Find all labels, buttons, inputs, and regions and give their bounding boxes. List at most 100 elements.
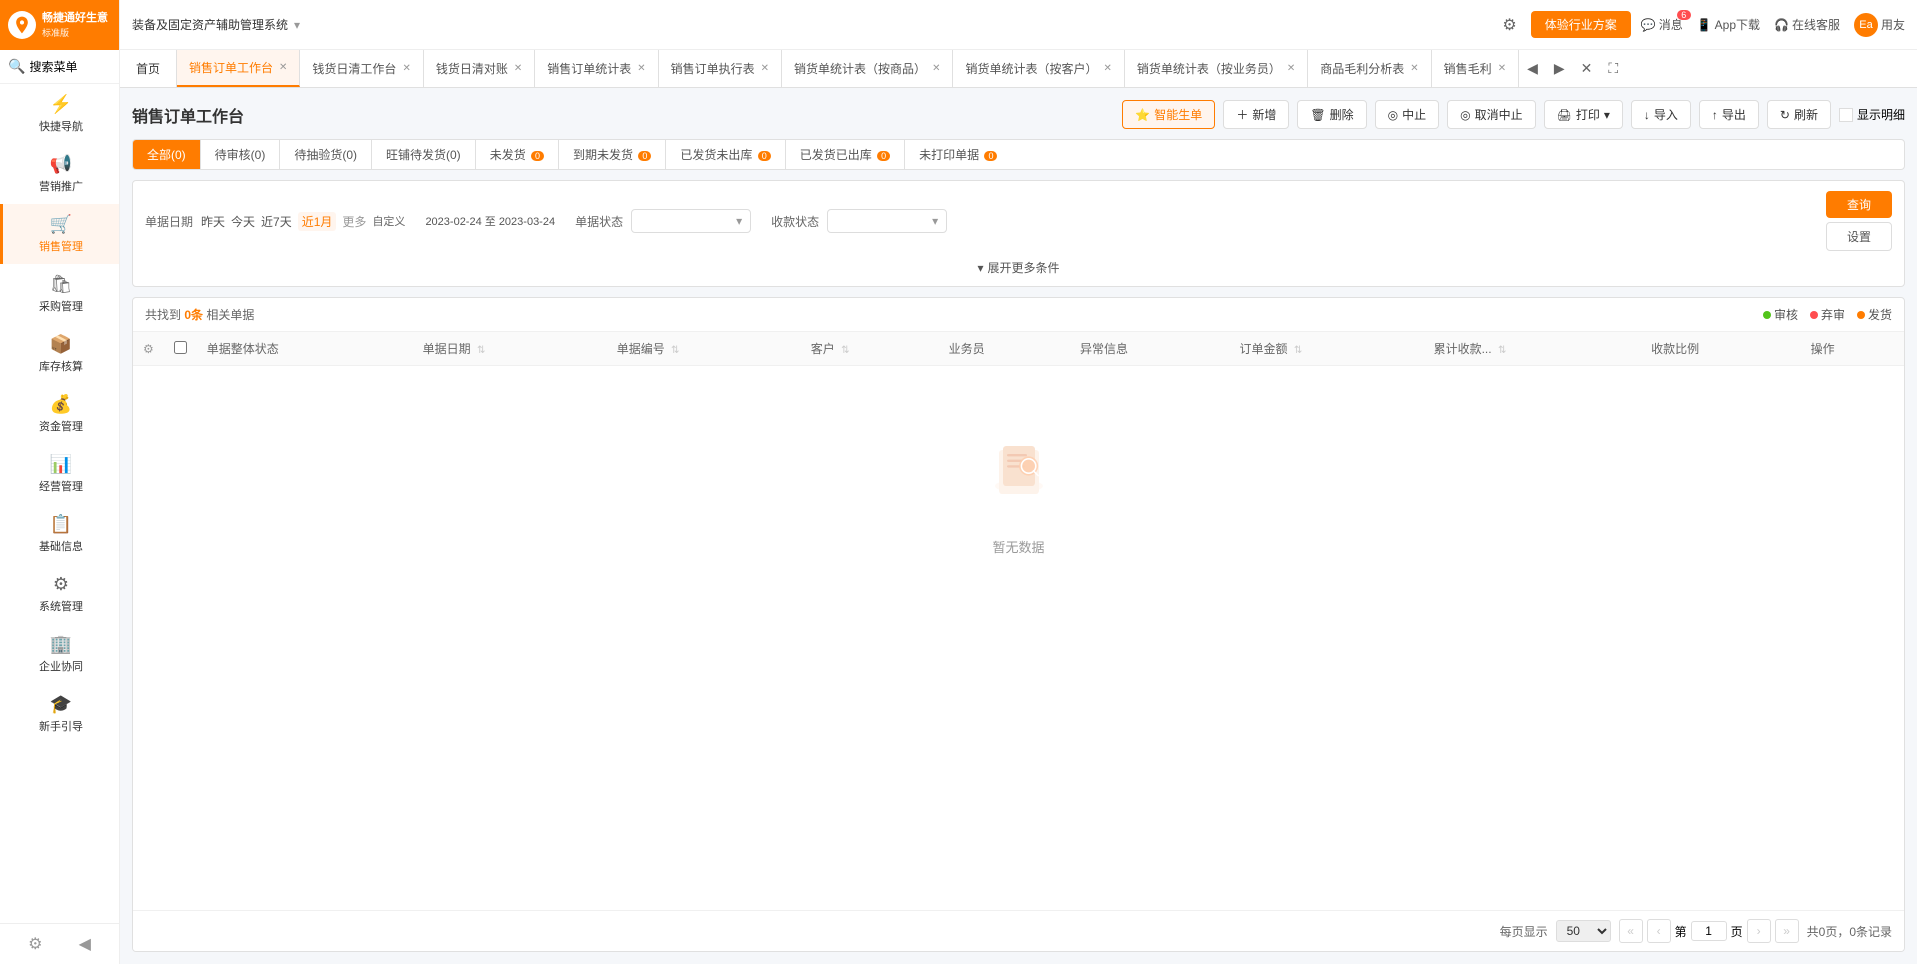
topbar-dropdown-icon[interactable]: ▾ (294, 18, 300, 32)
sub-tab-shipped-out[interactable]: 已发货已出库 0 (786, 140, 905, 169)
sub-tab-pending-check[interactable]: 待抽验货(0) (280, 140, 372, 169)
filter-date-1month[interactable]: 近1月 (298, 212, 337, 231)
tab-cash-daily-close[interactable]: ✕ (402, 63, 410, 74)
sidebar-item-guide[interactable]: 🎓 新手引导 (0, 684, 119, 744)
not-shipped-badge: 0 (531, 151, 544, 161)
add-btn[interactable]: ＋ 新增 (1223, 100, 1289, 129)
filter-settings-btn[interactable]: 设置 (1826, 222, 1892, 251)
tab-sale-stats-product[interactable]: 销货单统计表（按商品） ✕ (782, 50, 953, 87)
sidebar-collapse-btn[interactable]: ◀ (79, 934, 91, 954)
filter-expand-btn[interactable]: ▾ 展开更多条件 (977, 259, 1059, 276)
sidebar-settings-btn[interactable]: ⚙ (28, 934, 42, 954)
sub-tab-wangpu[interactable]: 旺铺待发货(0) (372, 140, 476, 169)
col-number[interactable]: 单据编号 ⇅ (607, 332, 801, 366)
tab-sale-stats-customer[interactable]: 销货单统计表（按客户） ✕ (953, 50, 1124, 87)
filter-date-range[interactable]: 2023-02-24 至 2023-03-24 (425, 213, 555, 229)
filter-date-custom[interactable]: 自定义 (372, 213, 405, 229)
show-detail-check[interactable] (1839, 108, 1853, 122)
print-dropdown-icon[interactable]: ▾ (1604, 108, 1610, 122)
sidebar-item-inventory[interactable]: 📦 库存核算 (0, 324, 119, 384)
sidebar-item-marketing[interactable]: 📢 营销推广 (0, 144, 119, 204)
sub-tab-pending-review[interactable]: 待审核(0) (201, 140, 281, 169)
sub-tab-all[interactable]: 全部(0) (133, 140, 201, 169)
tab-cash-daily[interactable]: 钱货日清工作台 ✕ (300, 50, 423, 87)
filter-date-today[interactable]: 今天 (231, 213, 255, 230)
sub-tab-not-printed[interactable]: 未打印单据 0 (905, 140, 1011, 169)
page-prev-btn[interactable]: ‹ (1647, 919, 1671, 943)
page-first-btn[interactable]: « (1619, 919, 1643, 943)
topbar-message-btn[interactable]: 💬 消息 6 (1641, 16, 1683, 33)
topbar-user-btn[interactable]: Ea 用友 (1854, 13, 1905, 37)
page-size-select[interactable]: 50 100 200 (1556, 920, 1611, 942)
tab-sales-exec[interactable]: 销售订单执行表 ✕ (659, 50, 782, 87)
col-date[interactable]: 单据日期 ⇅ (413, 332, 607, 366)
sub-tab-shipped-not-out[interactable]: 已发货未出库 0 (666, 140, 785, 169)
filter-date-yesterday[interactable]: 昨天 (201, 213, 225, 230)
ship-action-btn[interactable]: 发货 (1857, 306, 1892, 323)
sidebar-item-purchase[interactable]: 🛍 采购管理 (0, 264, 119, 324)
tab-sale-stats-staff[interactable]: 销货单统计表（按业务员） ✕ (1125, 50, 1308, 87)
col-amount[interactable]: 订单金额 ⇅ (1230, 332, 1424, 366)
tab-sale-stats-product-close[interactable]: ✕ (932, 63, 940, 74)
col-settings[interactable]: ⚙ (133, 332, 164, 366)
col-collected[interactable]: 累计收款... ⇅ (1424, 332, 1642, 366)
sidebar-item-system[interactable]: ⚙ 系统管理 (0, 564, 119, 624)
col-customer[interactable]: 客户 ⇅ (801, 332, 939, 366)
tab-sales-profit[interactable]: 销售毛利 ✕ (1432, 50, 1519, 87)
tab-sales-stats[interactable]: 销售订单统计表 ✕ (535, 50, 658, 87)
topbar-app-download-btn[interactable]: 📱 App下载 (1697, 16, 1760, 33)
page-input[interactable] (1691, 921, 1727, 941)
tab-maximize[interactable]: ⛶ (1600, 50, 1626, 87)
industry-btn[interactable]: 体验行业方案 (1531, 11, 1631, 38)
tab-sales-workbench-close[interactable]: ✕ (279, 62, 287, 73)
select-all-checkbox[interactable] (174, 341, 187, 354)
sidebar-item-quick-nav[interactable]: ⚡ 快捷导航 (0, 84, 119, 144)
filter-date-more[interactable]: 更多 (342, 213, 366, 230)
star-icon: ⭐ (1135, 108, 1150, 122)
sidebar-item-finance[interactable]: 💰 资金管理 (0, 384, 119, 444)
delete-btn[interactable]: 🗑 删除 (1297, 100, 1366, 129)
col-checkbox[interactable] (164, 332, 197, 366)
sidebar-search[interactable]: 🔍 搜索菜单 (0, 50, 119, 84)
sidebar-item-basic[interactable]: 📋 基础信息 (0, 504, 119, 564)
sidebar-item-enterprise[interactable]: 🏢 企业协同 (0, 624, 119, 684)
smart-create-btn[interactable]: ⭐ 智能生单 (1122, 100, 1215, 129)
tab-nav-prev[interactable]: ◀ (1519, 50, 1546, 87)
cancel-review-action-btn[interactable]: 弃审 (1810, 306, 1845, 323)
tab-sale-stats-customer-close[interactable]: ✕ (1103, 63, 1111, 74)
tab-sales-profit-close[interactable]: ✕ (1498, 63, 1506, 74)
print-icon: 🖨 (1557, 108, 1572, 122)
sub-tab-not-shipped[interactable]: 未发货 0 (476, 140, 559, 169)
tab-home[interactable]: 首页 (120, 50, 177, 87)
query-btn[interactable]: 查询 (1826, 191, 1892, 218)
refresh-btn[interactable]: ↻ 刷新 (1767, 100, 1831, 129)
overdue-badge: 0 (638, 151, 651, 161)
tab-sales-workbench[interactable]: 销售订单工作台 ✕ (177, 50, 300, 87)
filter-date-7days[interactable]: 近7天 (261, 213, 292, 230)
tab-sales-exec-close[interactable]: ✕ (761, 63, 769, 74)
tab-cash-reconcile-close[interactable]: ✕ (514, 63, 522, 74)
cancel-stop-btn[interactable]: ◎ 取消中止 (1447, 100, 1536, 129)
import-btn[interactable]: ↓ 导入 (1631, 100, 1691, 129)
tab-margin[interactable]: 商品毛利分析表 ✕ (1308, 50, 1431, 87)
sidebar-item-sales[interactable]: 🛒 销售管理 (0, 204, 119, 264)
stop-btn[interactable]: ◎ 中止 (1375, 100, 1440, 129)
review-action-btn[interactable]: 审核 (1763, 306, 1798, 323)
tab-nav-next[interactable]: ▶ (1546, 50, 1573, 87)
tab-close-all[interactable]: ✕ (1573, 50, 1601, 87)
filter-status-select[interactable]: ▾ (631, 209, 751, 233)
topbar-service-btn[interactable]: 🎧 在线客服 (1774, 16, 1840, 33)
page-last-btn[interactable]: » (1775, 919, 1799, 943)
filter-payment-select[interactable]: ▾ (827, 209, 947, 233)
show-detail-checkbox[interactable]: 显示明细 (1839, 106, 1905, 123)
tab-sales-stats-close[interactable]: ✕ (637, 63, 645, 74)
topbar-gear-icon[interactable]: ⚙ (1502, 15, 1516, 35)
page-next-btn[interactable]: › (1747, 919, 1771, 943)
sidebar-item-operations[interactable]: 📊 经营管理 (0, 444, 119, 504)
tab-sale-stats-staff-close[interactable]: ✕ (1287, 63, 1295, 74)
sub-tab-overdue[interactable]: 到期未发货 0 (559, 140, 666, 169)
export-btn[interactable]: ↑ 导出 (1699, 100, 1759, 129)
tab-cash-reconcile[interactable]: 钱货日清对账 ✕ (424, 50, 535, 87)
print-btn[interactable]: 🖨 打印 ▾ (1544, 100, 1623, 129)
tab-margin-close[interactable]: ✕ (1410, 63, 1418, 74)
